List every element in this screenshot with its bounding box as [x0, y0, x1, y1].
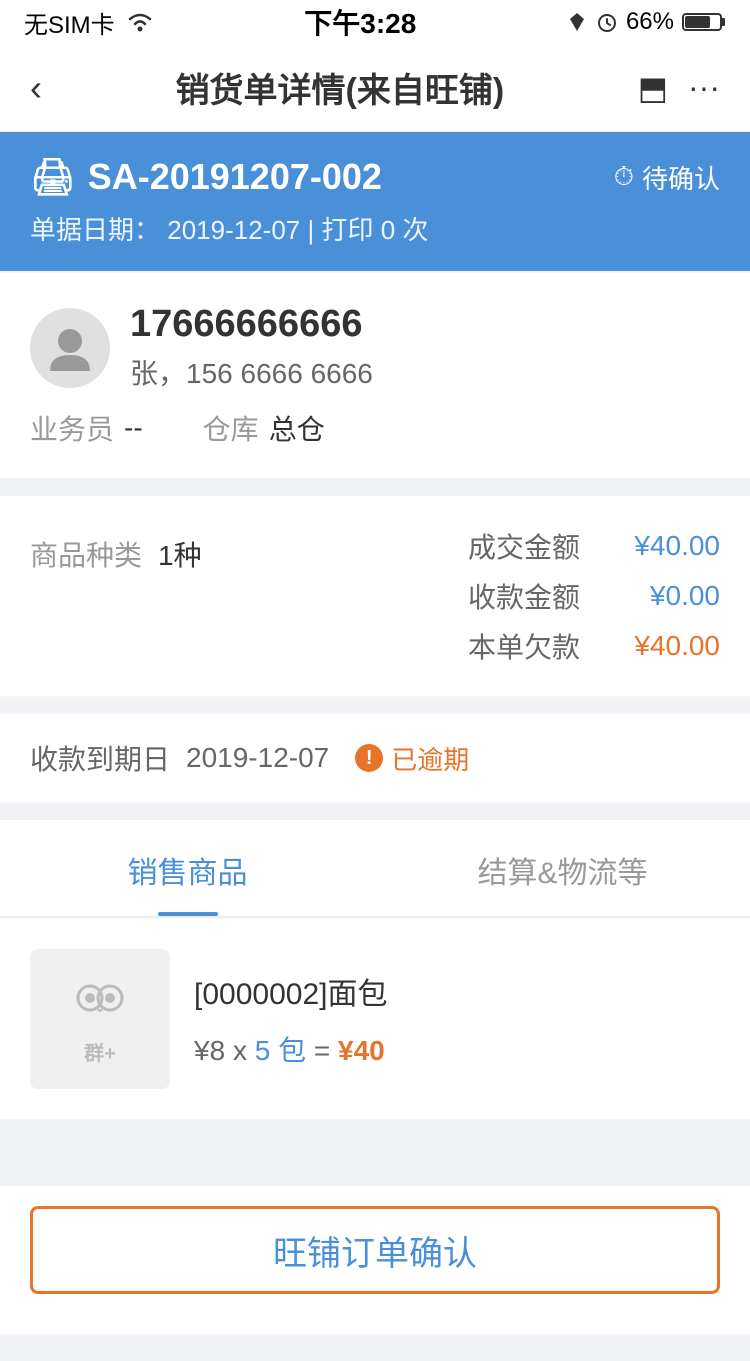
warehouse-value: 总仓: [269, 408, 325, 448]
due-date-value: 2019-12-07: [186, 742, 329, 774]
overdue-warning-icon: !: [355, 744, 383, 772]
arrears-label: 本单欠款: [440, 626, 580, 666]
nav-bar: ‹ 销货单详情(来自旺铺) ⬒ ···: [0, 44, 750, 132]
time-display: 下午3:28: [304, 2, 416, 42]
product-section: 群+ [0000002]面包 ¥8 x 5 包 = ¥40: [0, 919, 750, 1119]
warehouse-label: 仓库: [203, 408, 259, 448]
tabs-section: 销售商品 结算&物流等: [0, 820, 750, 917]
goods-type-value: 1种: [158, 534, 202, 574]
section-divider-1: [0, 480, 750, 496]
amount-label: 成交金额: [440, 526, 580, 566]
amount-details: 成交金额 ¥40.00 收款金额 ¥0.00 本单欠款 ¥40.00: [440, 526, 720, 666]
tab-settlement[interactable]: 结算&物流等: [375, 820, 750, 916]
due-date-section: 收款到期日 2019-12-07 ! 已逾期: [0, 714, 750, 802]
product-logo-icon: [70, 973, 130, 1033]
tabs-row: 销售商品 结算&物流等: [0, 820, 750, 917]
status-left: 无SIM卡: [24, 5, 155, 40]
overdue-badge: ! 已逾期: [355, 740, 469, 777]
bottom-button-area: 旺铺订单确认: [0, 1186, 750, 1334]
section-divider-2: [0, 698, 750, 714]
arrears-value: ¥40.00: [600, 630, 720, 662]
order-date: 2019-12-07: [167, 215, 300, 245]
status-clock-icon: ⏱: [614, 161, 634, 193]
tab-goods[interactable]: 销售商品: [0, 820, 375, 916]
avatar: [30, 308, 110, 388]
location-icon: [566, 11, 588, 33]
received-label: 收款金额: [440, 576, 580, 616]
print-label: 打印: [321, 215, 373, 245]
overdue-text: 已逾期: [391, 740, 469, 777]
order-meta: 单据日期： 2019-12-07 | 打印 0 次: [30, 210, 720, 247]
print-unit: 次: [402, 215, 428, 245]
customer-section: 17666666666 张，156 6666 6666 业务员 -- 仓库 总仓: [0, 273, 750, 478]
amount-row-2: 收款金额 ¥0.00: [440, 576, 720, 616]
section-divider-3: [0, 804, 750, 820]
amount-row-1: 成交金额 ¥40.00: [440, 526, 720, 566]
product-image: 群+: [30, 949, 170, 1089]
salesman-label: 业务员: [30, 408, 114, 448]
goods-type: 商品种类 1种: [30, 526, 202, 574]
product-logo-text: 群+: [84, 1037, 116, 1066]
confirm-order-button[interactable]: 旺铺订单确认: [30, 1206, 720, 1294]
customer-main-row: 17666666666 张，156 6666 6666: [30, 303, 720, 392]
person-icon: [45, 323, 95, 373]
share-icon[interactable]: ⬒: [638, 69, 668, 107]
order-header: 🖨 SA-20191207-002 ⏱ 待确认 单据日期： 2019-12-07…: [0, 132, 750, 271]
product-price: ¥8 x 5 包 = ¥40: [194, 1029, 720, 1069]
header-top-row: 🖨 SA-20191207-002 ⏱ 待确认: [30, 156, 720, 198]
page-title: 销货单详情(来自旺铺): [176, 63, 505, 112]
customer-name: 张，156 6666 6666: [130, 352, 373, 392]
qty-unit: 包: [278, 1035, 306, 1066]
nav-actions: ⬒ ···: [638, 69, 720, 107]
product-item: 群+ [0000002]面包 ¥8 x 5 包 = ¥40: [30, 949, 720, 1089]
back-button[interactable]: ‹: [30, 67, 42, 109]
warehouse-detail: 仓库 总仓: [203, 408, 325, 448]
salesman-detail: 业务员 --: [30, 408, 143, 448]
total-price: ¥40: [338, 1035, 385, 1066]
customer-info: 17666666666 张，156 6666 6666: [130, 303, 373, 392]
amount-value: ¥40.00: [600, 530, 720, 562]
product-name: [0000002]面包: [194, 969, 720, 1013]
more-icon[interactable]: ···: [688, 69, 720, 106]
status-right: 66%: [566, 8, 726, 36]
goods-type-label: 商品种类: [30, 534, 142, 574]
qty-value: 5: [255, 1035, 271, 1066]
customer-details: 业务员 -- 仓库 总仓: [30, 408, 720, 448]
order-id: 🖨 SA-20191207-002: [30, 156, 382, 198]
carrier-text: 无SIM卡: [24, 5, 115, 40]
alarm-icon: [596, 11, 618, 33]
salesman-value: --: [124, 412, 143, 444]
battery-icon: [682, 11, 726, 33]
date-label: 单据日期：: [30, 215, 160, 245]
status-bar: 无SIM卡 下午3:28 66%: [0, 0, 750, 44]
customer-phone: 17666666666: [130, 303, 373, 346]
due-date-label: 收款到期日: [30, 738, 170, 778]
unit-price: ¥8: [194, 1035, 225, 1066]
received-value: ¥0.00: [600, 580, 720, 612]
amount-row-3: 本单欠款 ¥40.00: [440, 626, 720, 666]
wifi-icon: [125, 11, 155, 33]
amount-section: 商品种类 1种 成交金额 ¥40.00 收款金额 ¥0.00 本单欠款 ¥40.…: [0, 496, 750, 696]
print-count: 0: [381, 215, 395, 245]
product-info: [0000002]面包 ¥8 x 5 包 = ¥40: [194, 969, 720, 1069]
order-status: ⏱ 待确认: [614, 159, 720, 196]
owl-icon: [70, 973, 130, 1023]
battery-text: 66%: [626, 8, 674, 36]
order-id-icon: 🖨: [30, 156, 76, 198]
